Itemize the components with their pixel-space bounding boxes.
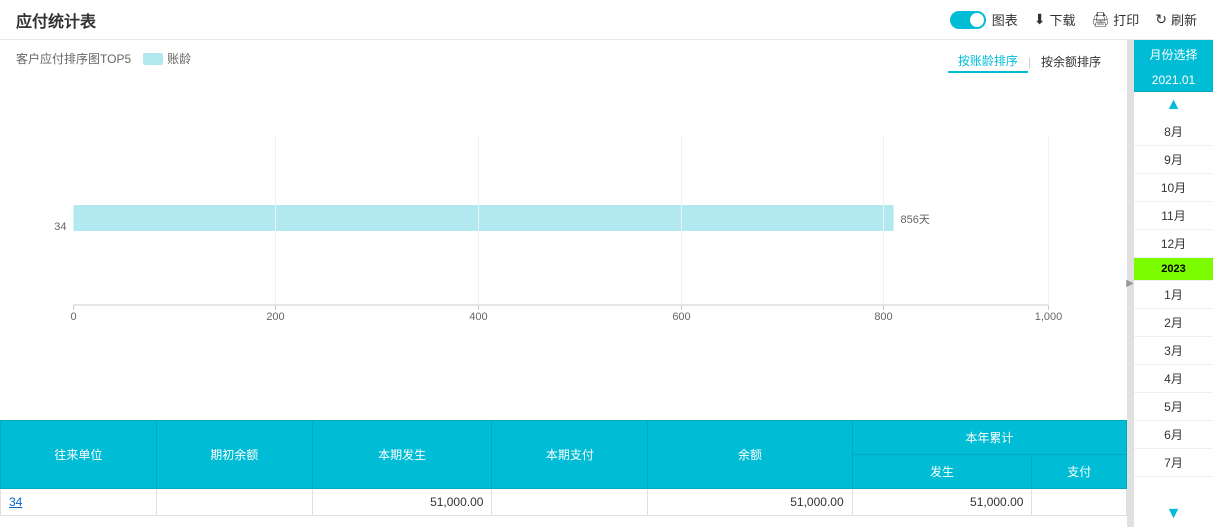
cell-balance: 51,000.00 [648,489,852,516]
sidebar-month-12[interactable]: 12月 [1134,230,1213,258]
sidebar-month-5[interactable]: 5月 [1134,393,1213,421]
cell-ytd-pay [1032,489,1127,516]
col-header-opening: 期初余额 [156,421,312,489]
main-content: 客户应付排序图TOP5 账龄 按账龄排序 | 按余额排序 34 [0,40,1213,527]
col-header-unit: 往来单位 [1,421,157,489]
col-header-period-occur: 本期发生 [312,421,492,489]
sort-by-amount-button[interactable]: 按余额排序 [1031,50,1111,73]
sidebar-current-date[interactable]: 2021.01 [1134,69,1213,92]
legend-text: 账龄 [167,50,191,67]
col-subheader-ytd-pay: 支付 [1032,455,1127,489]
download-label: 下载 [1049,10,1075,29]
legend-item: 账龄 [143,50,191,67]
sidebar-year-2023[interactable]: 2023 [1134,258,1213,281]
svg-text:0: 0 [70,311,76,323]
sidebar-month-7[interactable]: 7月 [1134,449,1213,477]
header-actions: 图表 ⬇ 下载 🖨 打印 ↻ 刷新 [950,10,1197,29]
chart-svg-container: 34 856天 0 200 400 600 800 1,000 [16,75,1111,375]
chart-toggle-label: 图表 [992,10,1018,29]
sort-by-balance-button[interactable]: 按账龄排序 [948,50,1028,73]
chart-toggle[interactable] [950,11,986,29]
cell-ytd-occur: 51,000.00 [852,489,1032,516]
print-button[interactable]: 🖨 打印 [1091,10,1139,29]
sidebar-month-9[interactable]: 9月 [1134,146,1213,174]
cell-opening [156,489,312,516]
table-header-row: 往来单位 期初余额 本期发生 本期支付 余额 本年累计 [1,421,1127,455]
chart-bar [74,205,894,231]
header: 应付统计表 图表 ⬇ 下载 🖨 打印 ↻ 刷新 [0,0,1213,40]
col-header-balance: 余额 [648,421,852,489]
bar-chart: 34 856天 0 200 400 600 800 1,000 [16,75,1111,355]
col-header-ytd: 本年累计 [852,421,1126,455]
svg-text:600: 600 [672,311,690,323]
refresh-icon: ↻ [1155,11,1167,28]
print-label: 打印 [1113,10,1139,29]
cell-period-pay [492,489,648,516]
sidebar-nav-down-button[interactable]: ▼ [1134,501,1213,527]
svg-text:400: 400 [469,311,487,323]
data-table: 往来单位 期初余额 本期发生 本期支付 余额 本年累计 发生 支付 [0,420,1127,516]
sort-buttons: 按账龄排序 | 按余额排序 [948,50,1111,73]
sidebar-month-10[interactable]: 10月 [1134,174,1213,202]
legend-title: 客户应付排序图TOP5 [16,50,131,67]
refresh-button[interactable]: ↻ 刷新 [1155,10,1197,29]
sidebar-month-8[interactable]: 8月 [1134,118,1213,146]
print-icon: 🖨 [1091,11,1109,28]
refresh-label: 刷新 [1171,10,1197,29]
col-subheader-ytd-occur: 发生 [852,455,1032,489]
y-axis-label: 34 [54,221,66,233]
sidebar-months-list: 8月 9月 10月 11月 12月 2023 1月 2月 3月 4月 5月 6月… [1134,118,1213,501]
chart-legend: 客户应付排序图TOP5 账龄 [16,50,1111,67]
sidebar-month-6[interactable]: 6月 [1134,421,1213,449]
table-row: 34 51,000.00 51,000.00 51,000.00 [1,489,1127,516]
download-button[interactable]: ⬇ 下载 [1034,10,1076,29]
sidebar: 月份选择 2021.01 ▲ 8月 9月 10月 11月 12月 2023 1月… [1133,40,1213,527]
bar-days-label: 856天 [901,214,930,226]
sidebar-month-3[interactable]: 3月 [1134,337,1213,365]
sidebar-month-2[interactable]: 2月 [1134,309,1213,337]
sidebar-month-1[interactable]: 1月 [1134,281,1213,309]
app-container: 应付统计表 图表 ⬇ 下载 🖨 打印 ↻ 刷新 [0,0,1213,527]
sidebar-month-4[interactable]: 4月 [1134,365,1213,393]
svg-text:1,000: 1,000 [1035,311,1063,323]
sidebar-header: 月份选择 [1134,40,1213,69]
cell-period-occur: 51,000.00 [312,489,492,516]
chart-toggle-group: 图表 [950,10,1018,29]
col-header-period-pay: 本期支付 [492,421,648,489]
chart-panel: 客户应付排序图TOP5 账龄 按账龄排序 | 按余额排序 34 [0,40,1127,527]
table-body: 34 51,000.00 51,000.00 51,000.00 [1,489,1127,516]
svg-text:200: 200 [266,311,284,323]
page-title: 应付统计表 [16,8,96,32]
cell-unit[interactable]: 34 [1,489,157,516]
download-icon: ⬇ [1034,11,1046,28]
table-area: 往来单位 期初余额 本期发生 本期支付 余额 本年累计 发生 支付 [0,420,1127,527]
sidebar-nav-up-button[interactable]: ▲ [1134,92,1213,118]
chart-area: 客户应付排序图TOP5 账龄 按账龄排序 | 按余额排序 34 [0,40,1127,420]
svg-text:800: 800 [874,311,892,323]
sidebar-month-11[interactable]: 11月 [1134,202,1213,230]
legend-color-box [143,53,163,65]
